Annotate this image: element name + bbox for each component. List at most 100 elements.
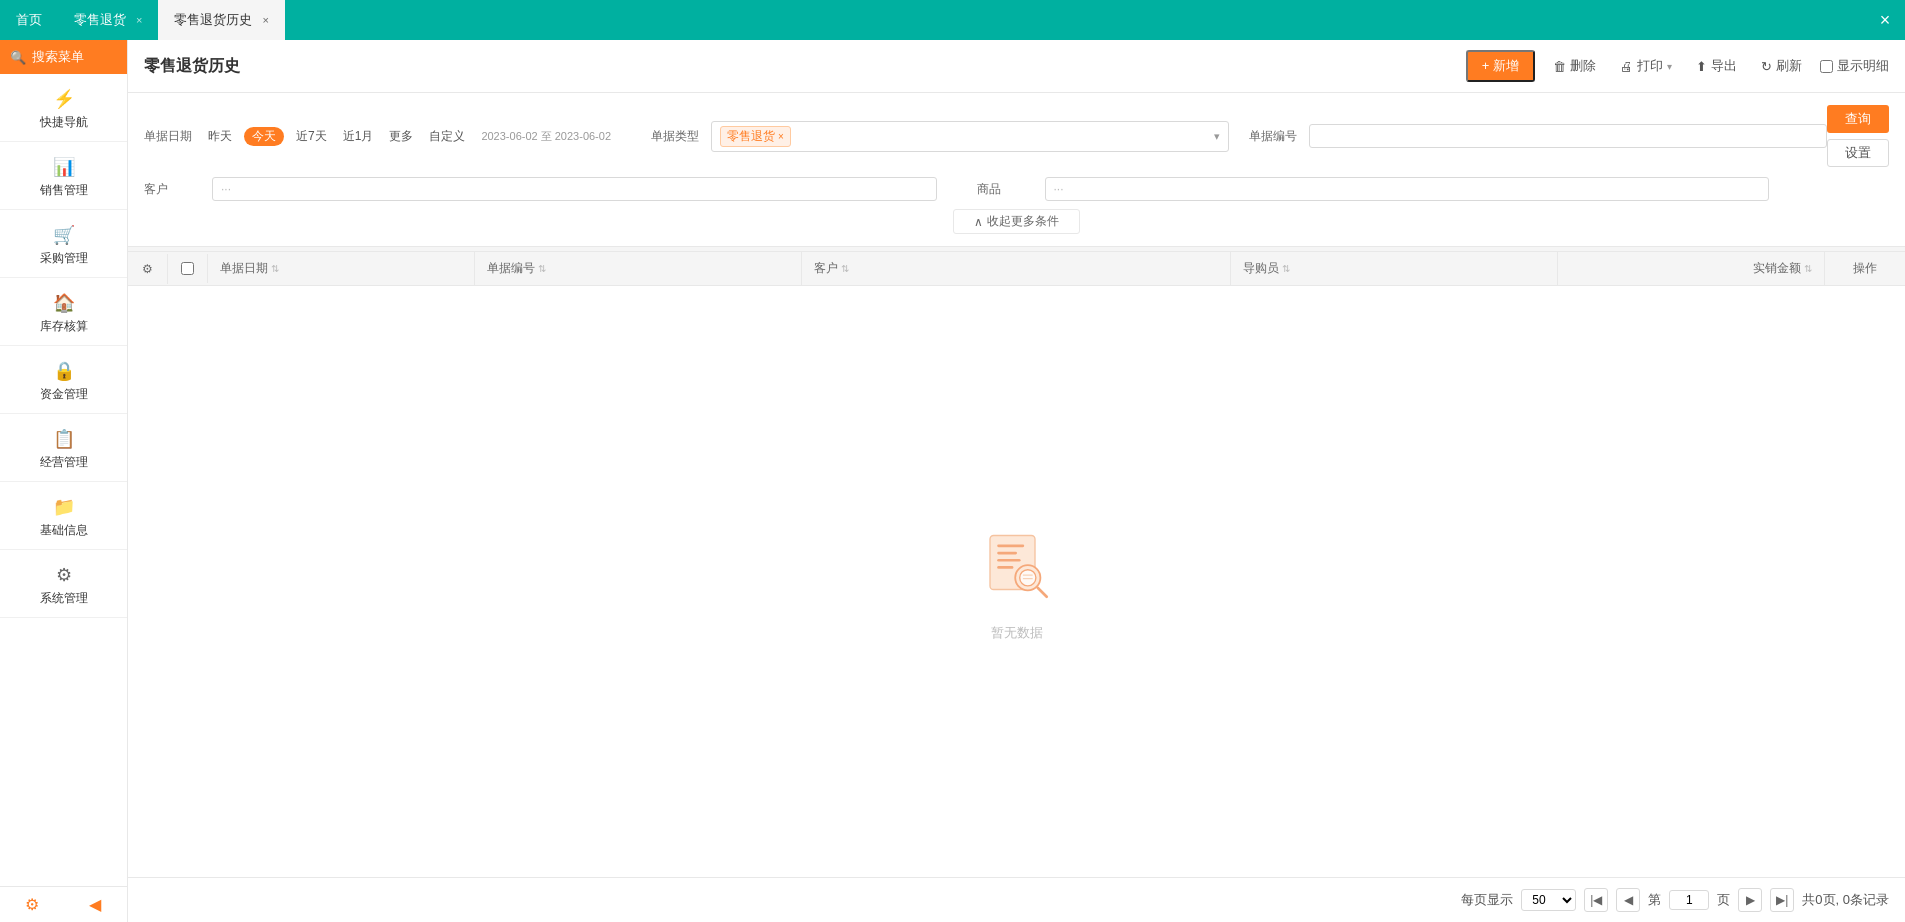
collapse-label: 收起更多条件 <box>987 213 1059 230</box>
tab-home-label: 首页 <box>16 11 42 29</box>
th-date[interactable]: 单据日期 ⇅ <box>208 252 475 285</box>
sidebar-item-basic-info-label: 基础信息 <box>40 522 88 539</box>
sidebar-collapse-button[interactable]: ◀ <box>64 895 128 914</box>
data-table: ⚙ 单据日期 ⇅ 单据编号 ⇅ 客户 ⇅ 导购员 <box>128 251 1905 877</box>
type-tag-close-icon[interactable]: × <box>778 131 784 142</box>
export-button[interactable]: ⬆ 导出 <box>1690 53 1743 79</box>
svg-rect-1 <box>997 544 1024 547</box>
select-all-checkbox[interactable] <box>181 262 194 275</box>
type-tag[interactable]: 零售退货 × <box>720 126 791 147</box>
pagination: 每页显示 50 10 20 100 |◀ ◀ 第 页 ▶ ▶| 共0页, 0条记… <box>128 877 1905 922</box>
settings-icon: ⚙ <box>25 895 39 914</box>
filter-action-buttons: 查询 设置 <box>1827 105 1889 167</box>
sidebar-item-system-label: 系统管理 <box>40 590 88 607</box>
type-select[interactable]: 零售退货 × ▾ <box>711 121 1229 152</box>
sidebar-item-sales[interactable]: 📊 销售管理 <box>0 142 127 210</box>
tab-return-history-close[interactable]: × <box>262 14 268 26</box>
date-opt-today[interactable]: 今天 <box>244 127 284 146</box>
date-opt-custom[interactable]: 自定义 <box>425 127 469 146</box>
sidebar-item-inventory[interactable]: 🏠 库存核算 <box>0 278 127 346</box>
sidebar-item-purchase-label: 采购管理 <box>40 250 88 267</box>
type-tag-label: 零售退货 <box>727 128 775 145</box>
customer-input[interactable]: ··· <box>212 177 937 201</box>
sidebar-settings-button[interactable]: ⚙ <box>0 895 64 914</box>
purchase-icon: 🛒 <box>53 224 75 246</box>
export-label: 导出 <box>1711 57 1737 75</box>
refresh-icon: ↻ <box>1761 59 1772 74</box>
th-action-label: 操作 <box>1853 260 1877 277</box>
filter-row-2: 客户 ··· 商品 ··· <box>144 177 1889 201</box>
total-label: 共0页, 0条记录 <box>1802 891 1889 909</box>
date-filter-label: 单据日期 <box>144 128 204 145</box>
th-guide-label: 导购员 <box>1243 260 1279 277</box>
setting-button[interactable]: 设置 <box>1827 139 1889 167</box>
th-no[interactable]: 单据编号 ⇅ <box>475 252 802 285</box>
sort-guide-icon: ⇅ <box>1282 263 1290 274</box>
prev-page-button[interactable]: ◀ <box>1616 888 1640 912</box>
date-opt-1month[interactable]: 近1月 <box>339 127 378 146</box>
date-opt-more[interactable]: 更多 <box>385 127 417 146</box>
last-page-button[interactable]: ▶| <box>1770 888 1794 912</box>
print-button[interactable]: 🖨 打印 ▾ <box>1614 53 1678 79</box>
goods-input[interactable]: ··· <box>1045 177 1770 201</box>
sidebar-item-purchase[interactable]: 🛒 采购管理 <box>0 210 127 278</box>
show-detail-checkbox-label[interactable]: 显示明细 <box>1820 57 1889 75</box>
sidebar-item-system[interactable]: ⚙ 系统管理 <box>0 550 127 618</box>
th-amount[interactable]: 实销金额 ⇅ <box>1558 252 1825 285</box>
tab-return[interactable]: 零售退货 × <box>58 0 158 40</box>
sort-customer-icon: ⇅ <box>841 263 849 274</box>
th-checkbox[interactable] <box>168 254 208 283</box>
sidebar-item-finance[interactable]: 🔒 资金管理 <box>0 346 127 414</box>
system-icon: ⚙ <box>56 564 72 586</box>
print-arrow-icon: ▾ <box>1667 61 1672 72</box>
tab-home[interactable]: 首页 <box>0 0 58 40</box>
delete-button[interactable]: 🗑 删除 <box>1547 53 1602 79</box>
sidebar-item-basic-info[interactable]: 📁 基础信息 <box>0 482 127 550</box>
sidebar-item-inventory-label: 库存核算 <box>40 318 88 335</box>
tab-return-history-label: 零售退货历史 <box>174 11 252 29</box>
sidebar-bottom: ⚙ ◀ <box>0 886 127 922</box>
sort-date-icon: ⇅ <box>271 263 279 274</box>
tab-return-close[interactable]: × <box>136 14 142 26</box>
collapse-button[interactable]: ∧ 收起更多条件 <box>953 209 1080 234</box>
top-bar: 首页 零售退货 × 零售退货历史 × × <box>0 0 1905 40</box>
th-settings[interactable]: ⚙ <box>128 254 168 284</box>
filter-type-section: 单据类型 零售退货 × ▾ <box>651 121 1229 152</box>
voucher-input[interactable] <box>1309 124 1827 148</box>
sort-amount-icon: ⇅ <box>1804 263 1812 274</box>
date-opt-7days[interactable]: 近7天 <box>292 127 331 146</box>
svg-line-7 <box>1037 587 1046 596</box>
filter-area: 单据日期 昨天 今天 近7天 近1月 更多 自定义 2023-06-02 至 2… <box>128 93 1905 247</box>
th-guide[interactable]: 导购员 ⇅ <box>1231 252 1558 285</box>
query-button[interactable]: 查询 <box>1827 105 1889 133</box>
voucher-filter-label: 单据编号 <box>1249 128 1309 145</box>
per-page-select[interactable]: 50 10 20 100 <box>1521 889 1576 911</box>
sidebar-search[interactable]: 🔍 搜索菜单 <box>0 40 127 74</box>
page-title: 零售退货历史 <box>144 56 240 77</box>
table-header: ⚙ 单据日期 ⇅ 单据编号 ⇅ 客户 ⇅ 导购员 <box>128 251 1905 286</box>
tab-bar: 首页 零售退货 × 零售退货历史 × <box>0 0 1865 40</box>
first-page-button[interactable]: |◀ <box>1584 888 1608 912</box>
customer-section: 客户 ··· <box>144 177 937 201</box>
refresh-label: 刷新 <box>1776 57 1802 75</box>
svg-rect-3 <box>997 558 1020 561</box>
tab-return-history[interactable]: 零售退货历史 × <box>158 0 284 40</box>
sidebar-item-quick-nav[interactable]: ⚡ 快捷导航 <box>0 74 127 142</box>
refresh-button[interactable]: ↻ 刷新 <box>1755 53 1808 79</box>
goods-section: 商品 ··· <box>977 177 1770 201</box>
window-close-button[interactable]: × <box>1865 0 1905 40</box>
new-button[interactable]: + 新增 <box>1466 50 1535 82</box>
sidebar-item-finance-label: 资金管理 <box>40 386 88 403</box>
next-page-button[interactable]: ▶ <box>1738 888 1762 912</box>
app-layout: 🔍 搜索菜单 ⚡ 快捷导航 📊 销售管理 🛒 采购管理 🏠 库存核算 🔒 资金管… <box>0 40 1905 922</box>
operations-icon: 📋 <box>53 428 75 450</box>
th-customer-label: 客户 <box>814 260 838 277</box>
collapse-up-icon: ∧ <box>974 215 983 229</box>
print-icon: 🖨 <box>1620 59 1633 74</box>
show-detail-checkbox[interactable] <box>1820 60 1833 73</box>
th-customer[interactable]: 客户 ⇅ <box>802 252 1230 285</box>
date-opt-yesterday[interactable]: 昨天 <box>204 127 236 146</box>
print-label: 打印 <box>1637 57 1663 75</box>
sidebar-item-operations[interactable]: 📋 经营管理 <box>0 414 127 482</box>
page-number-input[interactable] <box>1669 890 1709 910</box>
